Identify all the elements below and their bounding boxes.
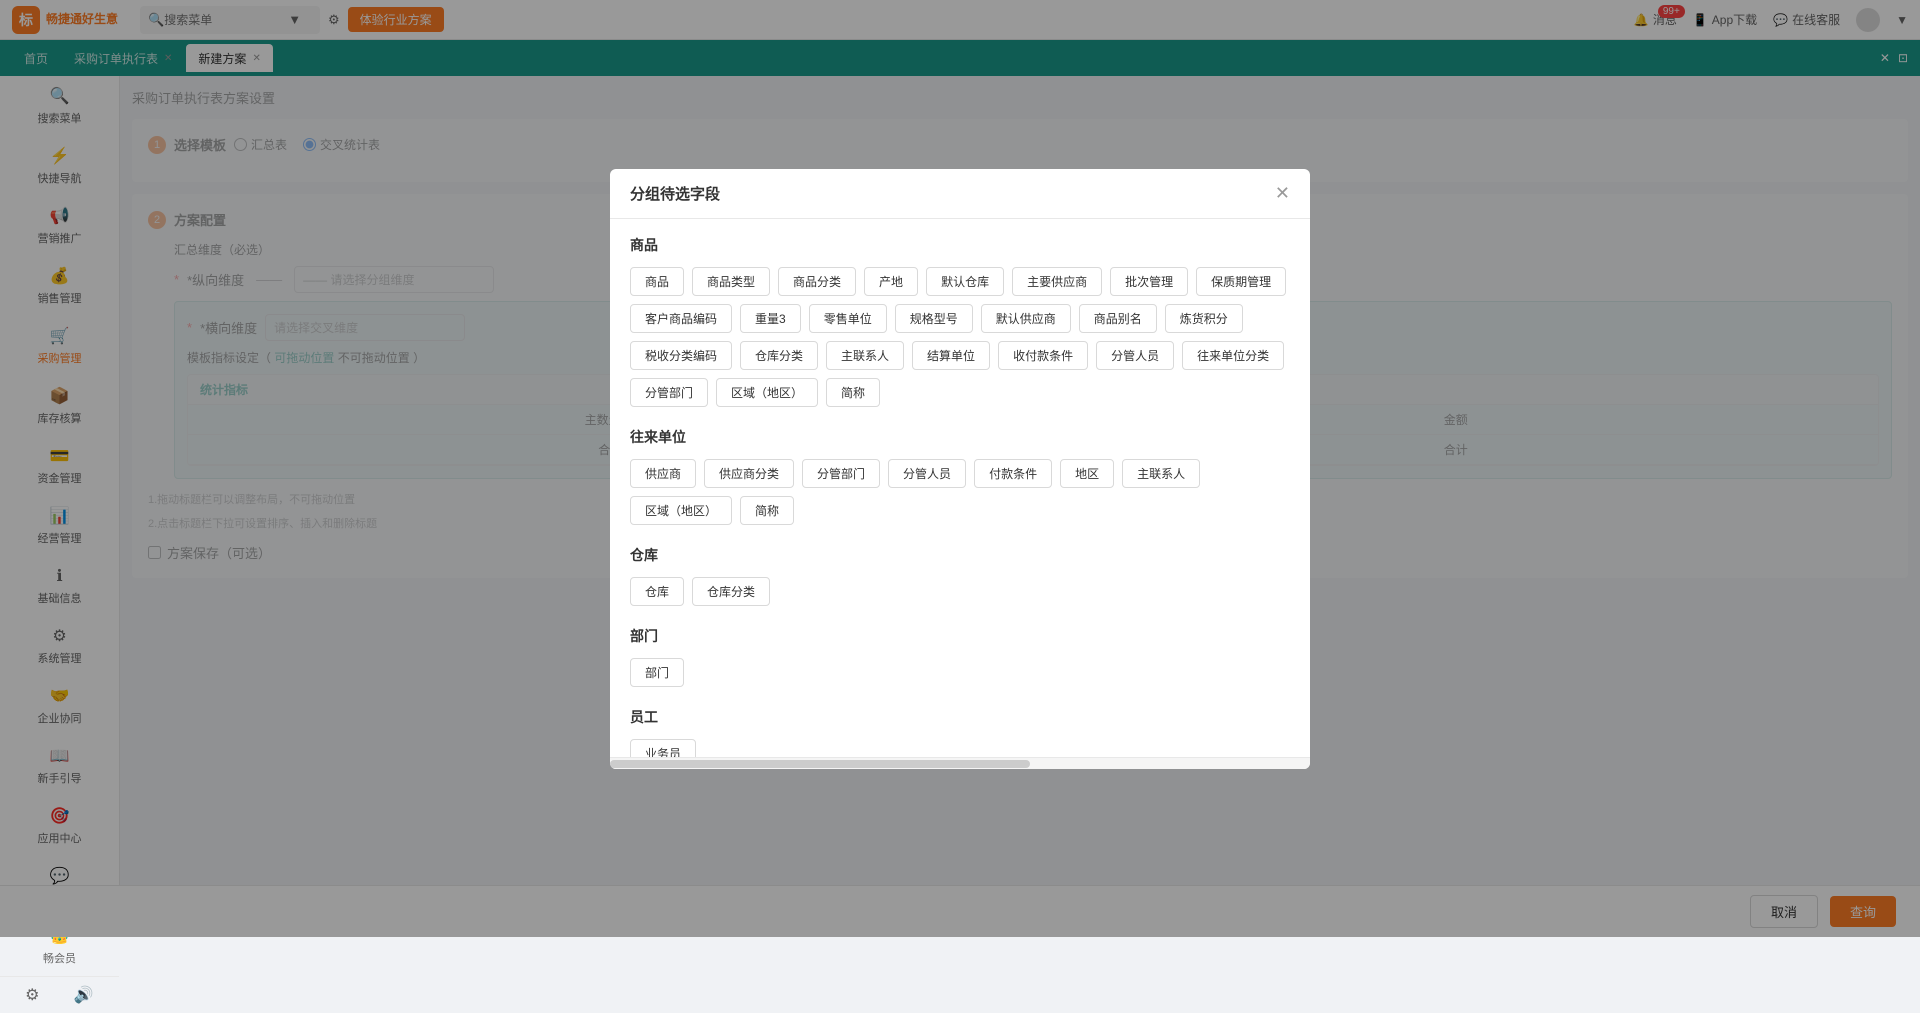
staff-field-tags: 业务员	[630, 739, 1290, 757]
field-tag[interactable]: 往来单位分类	[1182, 341, 1284, 370]
section-staff: 员工 业务员	[630, 707, 1290, 757]
modal-header: 分组待选字段 ✕	[610, 169, 1310, 219]
field-tag[interactable]: 商品类型	[692, 267, 770, 296]
modal-horizontal-scrollbar[interactable]	[610, 757, 1310, 769]
field-tag[interactable]: 简称	[740, 496, 794, 525]
section-goods-title: 商品	[630, 235, 1290, 255]
sidebar-item-member-label: 畅会员	[43, 950, 76, 966]
modal-title: 分组待选字段	[630, 183, 720, 204]
section-goods: 商品 商品 商品类型 商品分类 产地 默认仓库 主要供应商 批次管理 保质期管理…	[630, 235, 1290, 407]
sidebar-settings-icon[interactable]: ⚙	[25, 985, 39, 1005]
field-tag[interactable]: 客户商品编码	[630, 304, 732, 333]
field-tag[interactable]: 简称	[826, 378, 880, 407]
field-tag[interactable]: 付款条件	[974, 459, 1052, 488]
section-warehouse: 仓库 仓库 仓库分类	[630, 545, 1290, 606]
field-tag[interactable]: 零售单位	[809, 304, 887, 333]
field-tag[interactable]: 供应商	[630, 459, 696, 488]
field-tag[interactable]: 仓库	[630, 577, 684, 606]
sidebar-volume-icon[interactable]: 🔊	[74, 985, 94, 1005]
field-tag[interactable]: 主要供应商	[1012, 267, 1102, 296]
dept-field-tags: 部门	[630, 658, 1290, 687]
modal-dialog: 分组待选字段 ✕ 商品 商品 商品类型 商品分类 产地 默认仓库 主要供应商 批…	[610, 169, 1310, 769]
field-tag[interactable]: 结算单位	[912, 341, 990, 370]
field-tag[interactable]: 分管部门	[802, 459, 880, 488]
field-tag[interactable]: 地区	[1060, 459, 1114, 488]
field-tag[interactable]: 分管人员	[1096, 341, 1174, 370]
section-staff-title: 员工	[630, 707, 1290, 727]
field-tag[interactable]: 批次管理	[1110, 267, 1188, 296]
field-tag[interactable]: 区域（地区）	[716, 378, 818, 407]
section-dept: 部门 部门	[630, 626, 1290, 687]
field-tag[interactable]: 分管部门	[630, 378, 708, 407]
field-tag[interactable]: 商品别名	[1079, 304, 1157, 333]
field-tag[interactable]: 商品分类	[778, 267, 856, 296]
modal-overlay: 分组待选字段 ✕ 商品 商品 商品类型 商品分类 产地 默认仓库 主要供应商 批…	[0, 0, 1920, 937]
field-tag[interactable]: 主联系人	[1122, 459, 1200, 488]
field-tag[interactable]: 区域（地区）	[630, 496, 732, 525]
field-tag[interactable]: 主联系人	[826, 341, 904, 370]
field-tag[interactable]: 重量3	[740, 304, 801, 333]
field-tag[interactable]: 供应商分类	[704, 459, 794, 488]
warehouse-field-tags: 仓库 仓库分类	[630, 577, 1290, 606]
field-tag[interactable]: 部门	[630, 658, 684, 687]
field-tag[interactable]: 收付款条件	[998, 341, 1088, 370]
field-tag[interactable]: 默认供应商	[981, 304, 1071, 333]
section-partner: 往来单位 供应商 供应商分类 分管部门 分管人员 付款条件 地区 主联系人 区域…	[630, 427, 1290, 525]
field-tag[interactable]: 规格型号	[895, 304, 973, 333]
section-partner-title: 往来单位	[630, 427, 1290, 447]
section-dept-title: 部门	[630, 626, 1290, 646]
field-tag[interactable]: 税收分类编码	[630, 341, 732, 370]
field-tag[interactable]: 保质期管理	[1196, 267, 1286, 296]
field-tag[interactable]: 默认仓库	[926, 267, 1004, 296]
field-tag[interactable]: 仓库分类	[692, 577, 770, 606]
partner-field-tags: 供应商 供应商分类 分管部门 分管人员 付款条件 地区 主联系人 区域（地区） …	[630, 459, 1290, 525]
field-tag[interactable]: 分管人员	[888, 459, 966, 488]
sidebar-bottom: ⚙ 🔊	[0, 976, 119, 1013]
field-tag[interactable]: 仓库分类	[740, 341, 818, 370]
goods-field-tags: 商品 商品类型 商品分类 产地 默认仓库 主要供应商 批次管理 保质期管理 客户…	[630, 267, 1290, 407]
modal-body: 商品 商品 商品类型 商品分类 产地 默认仓库 主要供应商 批次管理 保质期管理…	[610, 219, 1310, 757]
field-tag[interactable]: 产地	[864, 267, 918, 296]
modal-close-button[interactable]: ✕	[1275, 183, 1290, 204]
field-tag[interactable]: 炼货积分	[1165, 304, 1243, 333]
field-tag[interactable]: 业务员	[630, 739, 696, 757]
modal-hscroll-thumb	[610, 760, 1030, 768]
section-warehouse-title: 仓库	[630, 545, 1290, 565]
field-tag[interactable]: 商品	[630, 267, 684, 296]
